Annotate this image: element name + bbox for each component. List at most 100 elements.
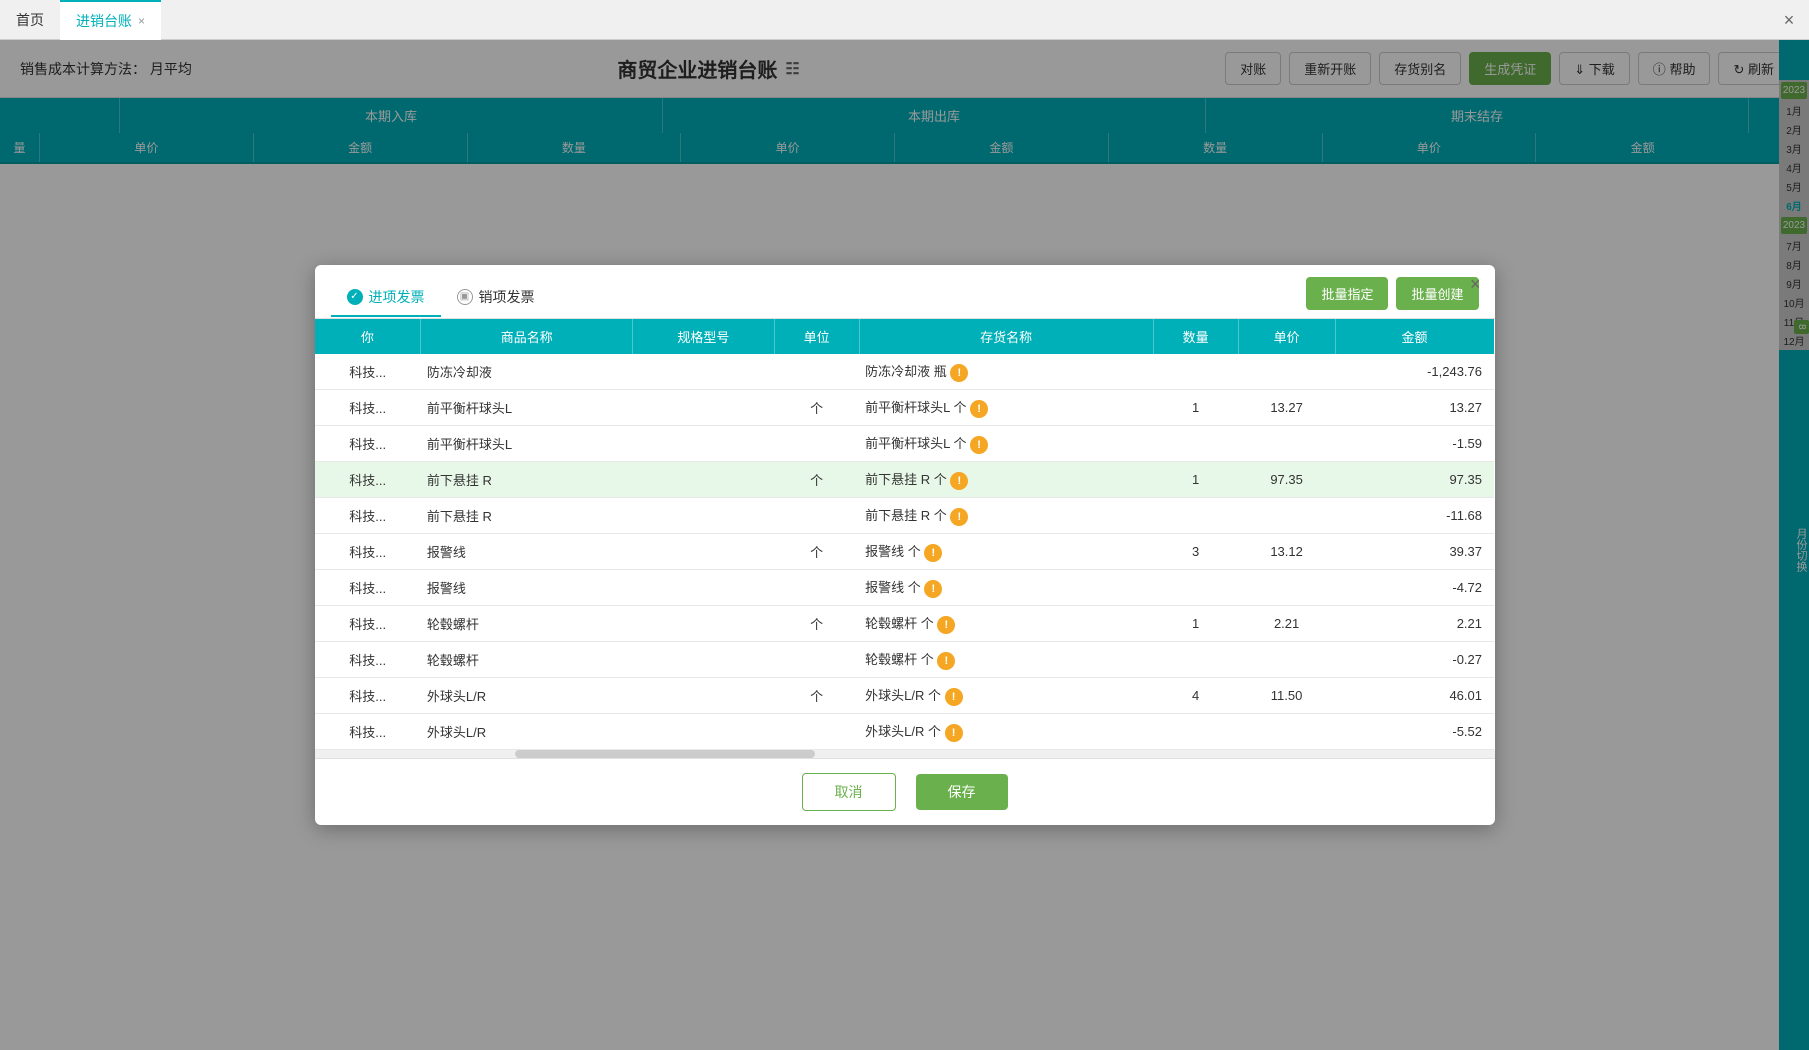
cell-quantity: 1 [1153,462,1238,498]
col-header-price: 单价 [1238,319,1335,354]
cell-inventory: 外球头L/R 个 ! [859,678,1153,714]
horizontal-scrollbar[interactable] [315,750,1495,758]
col-header-amount: 金额 [1335,319,1494,354]
col-header-inventory: 存货名称 [859,319,1153,354]
cell-quantity [1153,498,1238,534]
cell-spec [633,390,775,426]
table-row: 科技... 前下悬挂 R 前下悬挂 R 个 ! -11.68 [315,498,1495,534]
warning-icon: ! [924,580,942,598]
modal-close-button[interactable]: × [1470,275,1481,293]
tab-home[interactable]: 首页 [0,0,60,40]
cell-company: 科技... [315,606,421,642]
table-row: 科技... 外球头L/R 外球头L/R 个 ! -5.52 [315,714,1495,750]
tab-ledger[interactable]: 进销台账 × [60,0,161,40]
cell-inventory: 前平衡杆球头L 个 ! [859,390,1153,426]
cell-quantity: 4 [1153,678,1238,714]
save-button[interactable]: 保存 [916,774,1008,810]
table-row: 科技... 报警线 报警线 个 ! -4.72 [315,570,1495,606]
batch-create-button[interactable]: 批量创建 [1396,277,1478,310]
cell-unit [774,570,859,606]
cell-spec [633,462,775,498]
col-header-spec: 规格型号 [633,319,775,354]
cell-inventory: 外球头L/R 个 ! [859,714,1153,750]
tab-ledger-close[interactable]: × [138,14,145,28]
cell-product: 前下悬挂 R [421,462,633,498]
cell-amount: 39.37 [1335,534,1494,570]
table-row: 科技... 防冻冷却液 防冻冷却液 瓶 ! -1,243.76 [315,354,1495,390]
cell-company: 科技... [315,354,421,390]
col-header-unit: 单位 [774,319,859,354]
cell-price: 2.21 [1238,606,1335,642]
cell-product: 前平衡杆球头L [421,390,633,426]
window-close-button[interactable]: × [1769,0,1809,40]
cell-quantity: 1 [1153,606,1238,642]
table-row: 科技... 轮毂螺杆 个 轮毂螺杆 个 ! 1 2.21 2.21 [315,606,1495,642]
warning-icon: ! [937,616,955,634]
modal-tab-sales-label: 销项发票 [479,287,535,307]
cell-quantity: 3 [1153,534,1238,570]
cell-amount: -5.52 [1335,714,1494,750]
cell-inventory: 轮毂螺杆 个 ! [859,642,1153,678]
col-header-quantity: 数量 [1153,319,1238,354]
table-row: 科技... 前下悬挂 R 个 前下悬挂 R 个 ! 1 97.35 97.35 [315,462,1495,498]
cell-price: 11.50 [1238,678,1335,714]
warning-icon: ! [937,652,955,670]
cell-amount: 46.01 [1335,678,1494,714]
cell-amount: -1.59 [1335,426,1494,462]
cell-company: 科技... [315,642,421,678]
cell-quantity [1153,354,1238,390]
table-row: 科技... 前平衡杆球头L 个 前平衡杆球头L 个 ! 1 13.27 13.2… [315,390,1495,426]
cell-unit [774,498,859,534]
cell-unit: 个 [774,606,859,642]
warning-icon: ! [924,544,942,562]
tab-home-label: 首页 [16,10,44,30]
cell-price: 13.27 [1238,390,1335,426]
table-row: 科技... 外球头L/R 个 外球头L/R 个 ! 4 11.50 46.01 [315,678,1495,714]
modal-header-actions: 批量指定 批量创建 [1306,277,1478,318]
cell-company: 科技... [315,426,421,462]
cell-amount: -4.72 [1335,570,1494,606]
table-row: 科技... 报警线 个 报警线 个 ! 3 13.12 39.37 [315,534,1495,570]
warning-icon: ! [950,364,968,382]
cell-price [1238,714,1335,750]
warning-icon: ! [950,508,968,526]
cell-unit [774,714,859,750]
cell-quantity [1153,714,1238,750]
cell-unit: 个 [774,390,859,426]
modal-tab-sales[interactable]: ▣ 销项发票 [441,279,551,317]
modal-tab-purchase[interactable]: ✓ 进项发票 [331,279,441,317]
table-row: 科技... 轮毂螺杆 轮毂螺杆 个 ! -0.27 [315,642,1495,678]
warning-icon: ! [950,472,968,490]
cell-quantity [1153,642,1238,678]
cell-amount: -11.68 [1335,498,1494,534]
cell-company: 科技... [315,390,421,426]
cell-company: 科技... [315,534,421,570]
cell-unit [774,426,859,462]
cell-unit: 个 [774,678,859,714]
modal-body: 你 商品名称 规格型号 单位 存货名称 数量 单价 金额 科技... 防冻冷却液 [315,319,1495,758]
cancel-button[interactable]: 取消 [802,773,896,811]
cell-price: 97.35 [1238,462,1335,498]
cell-unit: 个 [774,462,859,498]
cell-amount: 97.35 [1335,462,1494,498]
cell-inventory: 轮毂螺杆 个 ! [859,606,1153,642]
warning-icon: ! [945,688,963,706]
col-header-product: 商品名称 [421,319,633,354]
cell-unit [774,354,859,390]
table-row: 科技... 前平衡杆球头L 前平衡杆球头L 个 ! -1.59 [315,426,1495,462]
cell-product: 轮毂螺杆 [421,642,633,678]
cell-amount: 2.21 [1335,606,1494,642]
cell-price [1238,498,1335,534]
cell-spec [633,678,775,714]
batch-assign-button[interactable]: 批量指定 [1306,277,1388,310]
cell-inventory: 前下悬挂 R 个 ! [859,498,1153,534]
modal-footer: 取消 保存 [315,758,1495,825]
tab-ledger-label: 进销台账 [76,11,132,31]
cell-product: 轮毂螺杆 [421,606,633,642]
cell-spec [633,534,775,570]
scrollbar-thumb[interactable] [515,750,815,758]
cell-product: 报警线 [421,534,633,570]
cell-quantity [1153,426,1238,462]
cell-spec [633,426,775,462]
cell-quantity: 1 [1153,390,1238,426]
